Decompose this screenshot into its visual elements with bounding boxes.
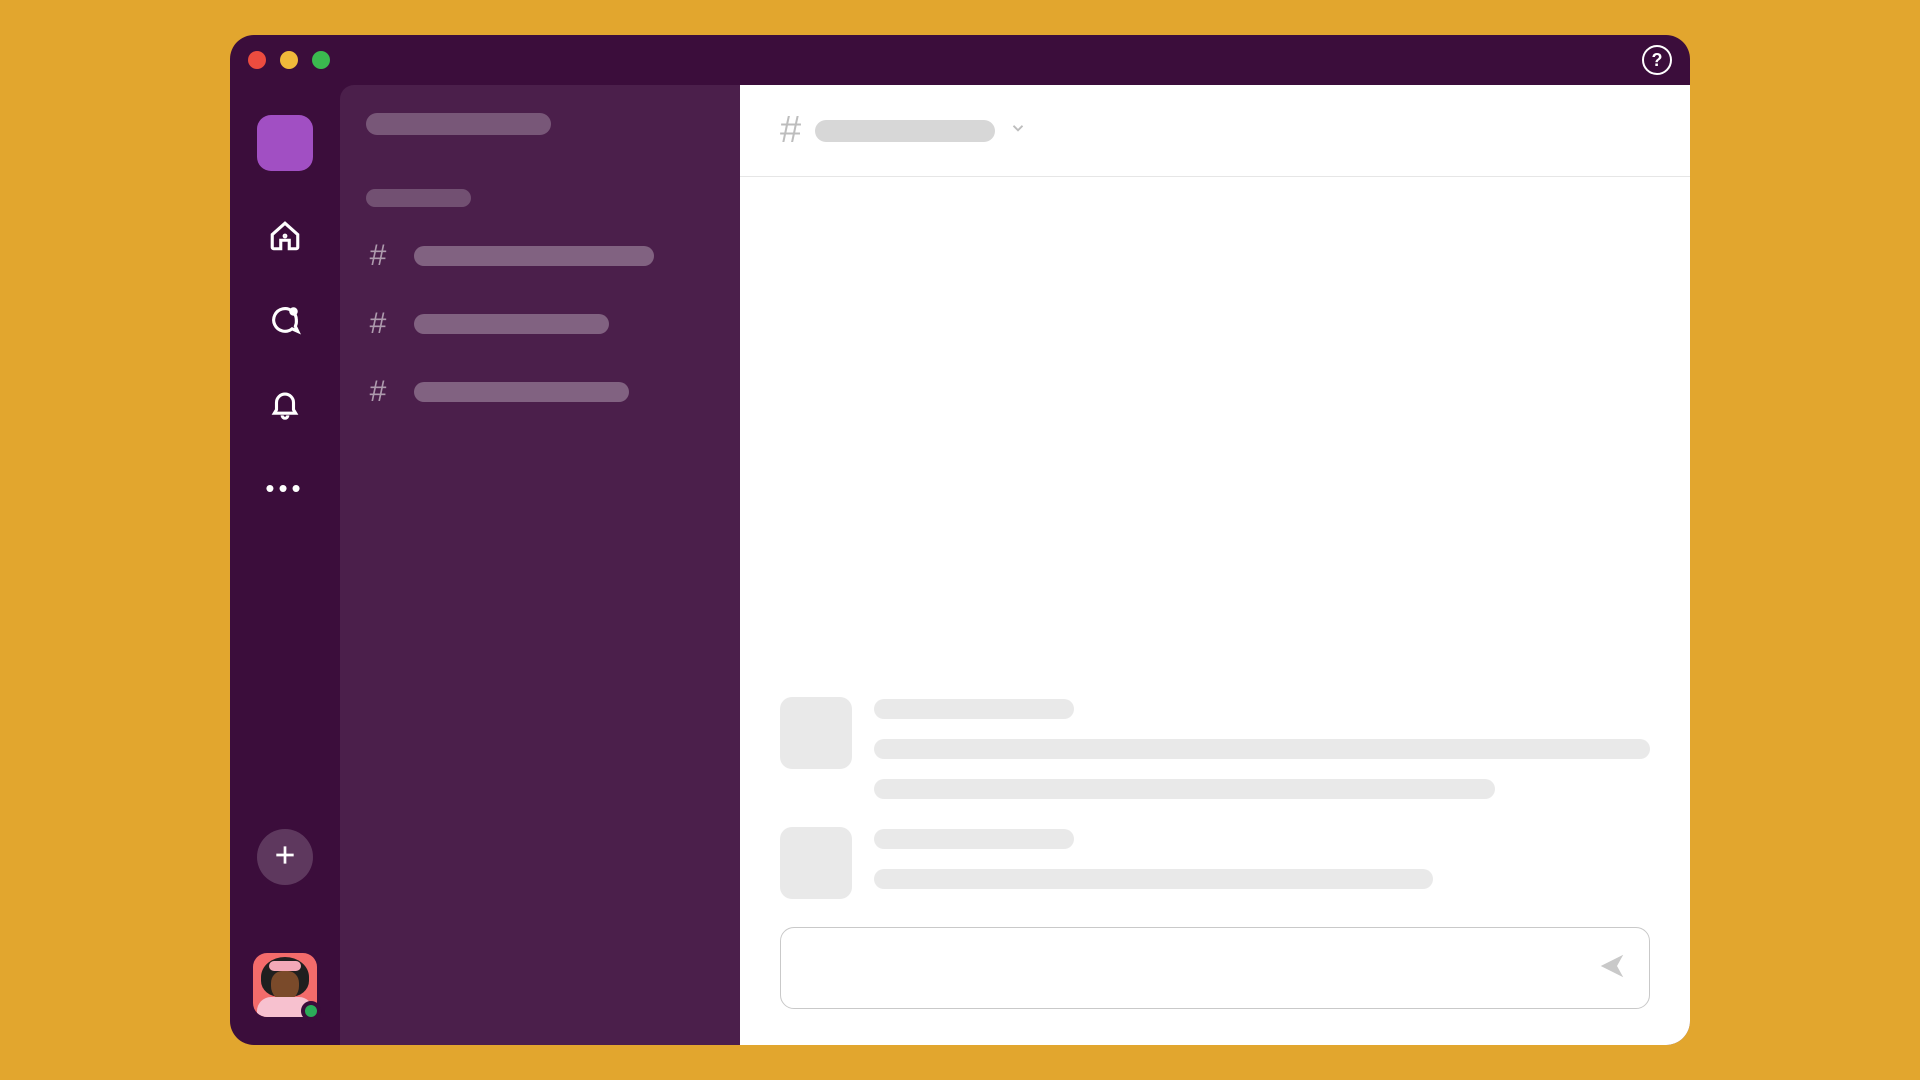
message-composer[interactable] (780, 927, 1650, 1009)
channel-name (414, 246, 654, 266)
channel-name (414, 314, 609, 334)
home-icon (268, 219, 302, 258)
traffic-lights (248, 51, 330, 69)
app-window: ? ••• (230, 35, 1690, 1045)
app-body: ••• (230, 85, 1690, 1045)
more-icon: ••• (265, 473, 304, 503)
message-avatar[interactable] (780, 697, 852, 769)
hash-icon: # (366, 307, 390, 341)
nav-activity[interactable] (268, 389, 302, 423)
help-button[interactable]: ? (1642, 45, 1672, 75)
hash-icon: # (780, 109, 801, 152)
hash-icon: # (366, 375, 390, 409)
chevron-down-icon (1009, 119, 1027, 142)
nav-rail: ••• (230, 85, 340, 1045)
channel-item[interactable]: # (366, 305, 714, 343)
message-text (874, 739, 1650, 759)
message-avatar[interactable] (780, 827, 852, 899)
message-author[interactable] (874, 699, 1074, 719)
channel-name (414, 382, 629, 402)
window-zoom-button[interactable] (312, 51, 330, 69)
hash-icon: # (366, 239, 390, 273)
create-new-button[interactable] (257, 829, 313, 885)
message-text (874, 869, 1433, 889)
channel-item[interactable]: # (366, 373, 714, 411)
workspace-name[interactable] (366, 113, 551, 135)
plus-icon (272, 842, 298, 873)
channels-section-header[interactable] (366, 189, 471, 207)
workspace-switcher[interactable] (257, 115, 313, 171)
channel-header[interactable]: # (740, 85, 1690, 177)
user-menu[interactable] (253, 953, 317, 1017)
titlebar: ? (230, 35, 1690, 85)
help-icon: ? (1652, 50, 1663, 71)
message-item (780, 697, 1650, 799)
message-text (874, 779, 1495, 799)
dm-icon (268, 303, 302, 342)
message-list (740, 177, 1690, 1045)
presence-indicator (301, 1001, 321, 1021)
message-item (780, 827, 1650, 899)
window-close-button[interactable] (248, 51, 266, 69)
send-button[interactable] (1597, 951, 1627, 986)
channel-title (815, 120, 995, 142)
bell-icon (268, 387, 302, 426)
main-pane: # (740, 85, 1690, 1045)
nav-dms[interactable] (268, 305, 302, 339)
channel-item[interactable]: # (366, 237, 714, 275)
window-minimize-button[interactable] (280, 51, 298, 69)
channel-sidebar: # # # (340, 85, 740, 1045)
message-author[interactable] (874, 829, 1074, 849)
nav-home[interactable] (268, 221, 302, 255)
nav-more[interactable]: ••• (265, 473, 304, 504)
